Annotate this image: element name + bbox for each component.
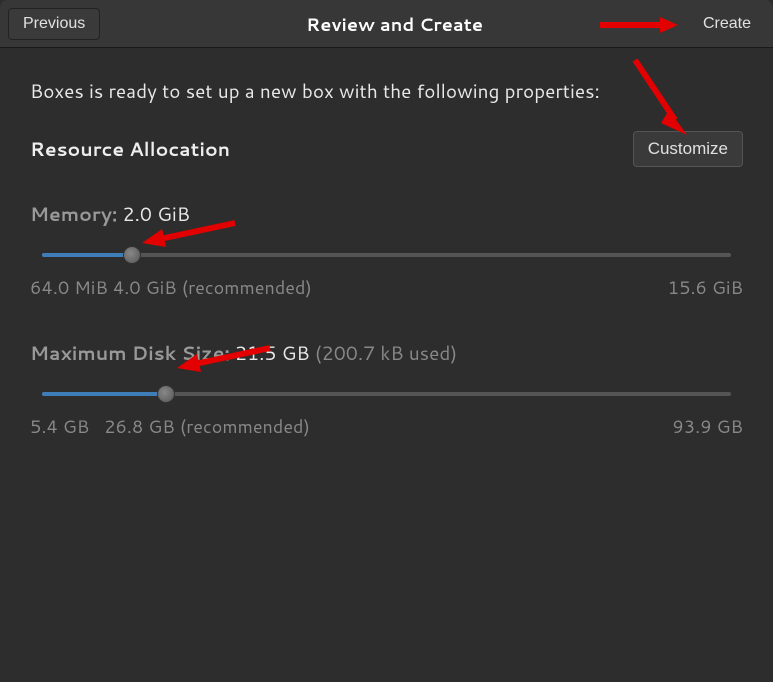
memory-min-label: 64.0 MiB	[30, 274, 108, 300]
disk-name: Maximum Disk Size:	[30, 340, 230, 367]
memory-recommended-label: 4.0 GiB (recommended)	[113, 274, 312, 300]
header-bar: Previous Review and Create Create	[0, 0, 773, 48]
create-button[interactable]: Create	[689, 9, 765, 39]
disk-range-labels: 5.4 GB 26.8 GB (recommended) 93.9 GB	[30, 413, 743, 439]
previous-button[interactable]: Previous	[8, 8, 100, 40]
memory-slider-fill	[42, 253, 132, 257]
disk-slider[interactable]	[42, 385, 731, 403]
disk-used-hint: (200.7 kB used)	[315, 340, 457, 367]
memory-slider-track	[42, 253, 731, 257]
memory-block: Memory: 2.0 GiB 64.0 MiB 4.0 GiB (recomm…	[30, 201, 743, 300]
memory-value: 2.0 GiB	[123, 201, 190, 228]
disk-slider-fill	[42, 392, 166, 396]
disk-block: Maximum Disk Size: 21.5 GB (200.7 kB use…	[30, 340, 743, 439]
disk-value: 21.5 GB	[235, 340, 310, 367]
disk-recommended-label: 26.8 GB (recommended)	[104, 413, 310, 439]
disk-label: Maximum Disk Size: 21.5 GB (200.7 kB use…	[30, 340, 743, 367]
intro-text: Boxes is ready to set up a new box with …	[30, 78, 743, 105]
content-area: Boxes is ready to set up a new box with …	[0, 48, 773, 509]
page-title: Review and Create	[306, 11, 483, 37]
memory-label: Memory: 2.0 GiB	[30, 201, 743, 228]
memory-slider-thumb[interactable]	[123, 246, 141, 264]
disk-min-label: 5.4 GB	[30, 413, 89, 439]
section-header: Resource Allocation Customize	[30, 131, 743, 167]
memory-slider[interactable]	[42, 246, 731, 264]
customize-button[interactable]: Customize	[633, 131, 743, 167]
section-title: Resource Allocation	[30, 136, 230, 163]
memory-range-labels: 64.0 MiB 4.0 GiB (recommended) 15.6 GiB	[30, 274, 743, 300]
memory-max-label: 15.6 GiB	[668, 274, 743, 300]
disk-max-label: 93.9 GB	[672, 413, 743, 439]
memory-name: Memory:	[30, 201, 117, 228]
disk-slider-thumb[interactable]	[157, 385, 175, 403]
